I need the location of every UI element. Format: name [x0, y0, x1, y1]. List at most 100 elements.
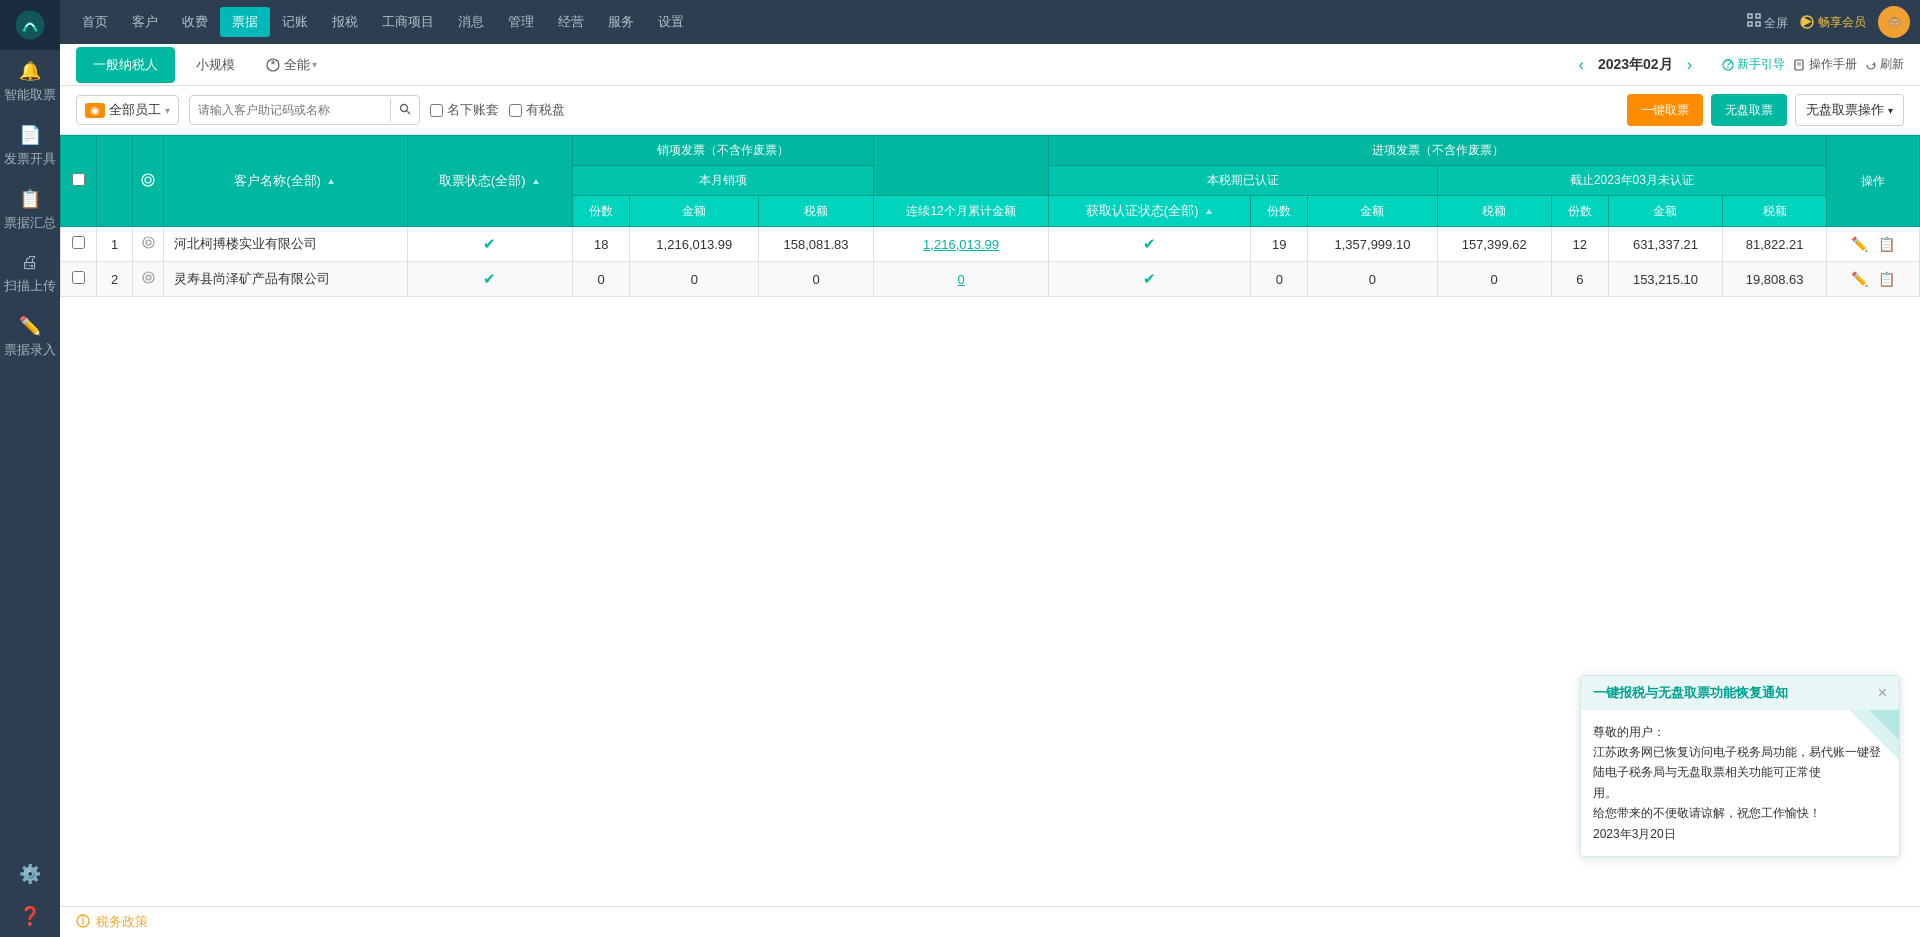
row-purch-uncert-tax: 81,822.21	[1723, 227, 1827, 262]
notification-icon: 🔔	[19, 60, 41, 82]
row-purch-uncert-amount: 153,215.10	[1608, 262, 1722, 297]
sidebar-item-settings[interactable]: ⚙️	[0, 853, 60, 895]
current-date: 2023年02月	[1598, 56, 1673, 74]
edit-icon[interactable]: ✏️	[1851, 271, 1868, 287]
row-checkbox[interactable]	[61, 227, 97, 262]
table-row: 2 灵寿县尚泽矿产品有限公司 ✔ 0 0 0 0 ✔ 0 0 0 6 153,2…	[61, 262, 1920, 297]
statusbar-label[interactable]: 税务政策	[96, 913, 148, 931]
sidebar-item-票据汇总[interactable]: 📋 票据汇总	[0, 178, 60, 242]
sidebar-item-发票开具[interactable]: 📄 发票开具	[0, 114, 60, 178]
nav-invoice[interactable]: 票据	[220, 7, 270, 37]
tab-general-taxpayer[interactable]: 一般纳税人	[76, 47, 175, 83]
tab-small-scale[interactable]: 小规模	[179, 47, 252, 83]
nodisk-ops-btn[interactable]: 无盘取票操作 ▾	[1795, 94, 1904, 126]
detail-icon[interactable]: 📋	[1878, 271, 1895, 287]
row-sales-cumulative[interactable]: 1,216,013.99	[873, 227, 1049, 262]
nav-home[interactable]: 首页	[70, 7, 120, 37]
th-purch-uncert-tax: 税额	[1723, 196, 1827, 227]
svg-point-24	[146, 275, 151, 280]
nav-business[interactable]: 工商项目	[370, 7, 446, 37]
svg-rect-1	[1748, 14, 1752, 18]
filter-actions: 一键取票 无盘取票 无盘取票操作 ▾	[1627, 94, 1904, 126]
nav-operation[interactable]: 经营	[546, 7, 596, 37]
tabbar-right-actions: ? 新手引导 操作手册 刷新	[1722, 56, 1904, 73]
prev-month-btn[interactable]: ‹	[1573, 54, 1590, 76]
svg-marker-21	[1206, 209, 1212, 214]
sidebar-item-help[interactable]: ❓	[0, 895, 60, 937]
svg-rect-2	[1756, 14, 1760, 18]
th-purch-cert-count: 份数	[1251, 196, 1308, 227]
manual-btn[interactable]: 操作手册	[1793, 56, 1856, 73]
row-purch-uncert-count: 6	[1551, 262, 1608, 297]
row-purch-cert-tax: 0	[1437, 262, 1551, 297]
edit-icon[interactable]: ✏️	[1851, 236, 1868, 252]
scan-icon: 🖨	[21, 252, 39, 273]
nav-settings[interactable]: 设置	[646, 7, 696, 37]
nav-fee[interactable]: 收费	[170, 7, 220, 37]
search-wrap	[189, 95, 420, 125]
next-month-btn[interactable]: ›	[1681, 54, 1698, 76]
date-nav: ‹ 2023年02月 ›	[1573, 54, 1698, 76]
member-btn[interactable]: ▶ 畅享会员	[1800, 14, 1866, 31]
chevron-down-icon: ▾	[312, 59, 317, 70]
topnav-right: 全屏 ▶ 畅享会员 🐵	[1747, 6, 1910, 38]
svg-text:▶: ▶	[1802, 15, 1812, 28]
mingxia-checkbox[interactable]	[430, 104, 443, 117]
th-purch-cert-amount: 金额	[1308, 196, 1437, 227]
taxdisk-checkbox[interactable]	[509, 104, 522, 117]
new-guide-btn[interactable]: ? 新手引导	[1722, 56, 1785, 73]
row-seq: 2	[97, 262, 133, 297]
row-purch-cert-amount: 0	[1308, 262, 1437, 297]
row-sales-tax: 158,081.83	[759, 227, 873, 262]
row-sales-count: 18	[573, 227, 630, 262]
sidebar-item-智能取票[interactable]: 🔔 智能取票	[0, 50, 60, 114]
taxdisk-checkbox-label[interactable]: 有税盘	[509, 101, 565, 119]
svg-point-25	[143, 272, 154, 283]
dropdown-icon: ▾	[165, 105, 170, 116]
summary-icon: 📋	[19, 188, 41, 210]
sidebar-item-扫描上传[interactable]: 🖨 扫描上传	[0, 242, 60, 305]
statusbar: i 税务政策	[60, 906, 1920, 937]
svg-text:i: i	[82, 914, 85, 928]
th-purch-cert-tax: 税额	[1437, 196, 1551, 227]
avatar[interactable]: 🐵	[1878, 6, 1910, 38]
row-customer-name: 灵寿县尚泽矿产品有限公司	[164, 262, 408, 297]
select-all-checkbox[interactable]	[72, 173, 85, 186]
svg-point-22	[146, 240, 151, 245]
nav-manage[interactable]: 管理	[496, 7, 546, 37]
nodisk-fetch-btn[interactable]: 无盘取票	[1711, 94, 1787, 126]
sidebar-item-票据录入[interactable]: ✏️ 票据录入	[0, 305, 60, 369]
search-input[interactable]	[190, 99, 390, 121]
tab-all[interactable]: * 全能 ▾	[256, 50, 327, 80]
table-row: 1 河北柯搏楼实业有限公司 ✔ 18 1,216,013.99 158,081.…	[61, 227, 1920, 262]
svg-point-23	[143, 237, 154, 248]
th-settings	[133, 136, 164, 227]
svg-text:*: *	[270, 58, 275, 72]
th-fetch-status: 取票状态(全部)	[407, 136, 573, 227]
notification-popup: 一键报税与无盘取票功能恢复通知 × 尊敬的用户：江苏政务网已恢复访问电子税务局功…	[1580, 675, 1900, 857]
invoice-icon: 📄	[19, 124, 41, 146]
onekey-fetch-btn[interactable]: 一键取票	[1627, 94, 1703, 126]
employee-filter[interactable]: ◉ 全部员工 ▾	[76, 95, 179, 125]
nav-tax[interactable]: 报税	[320, 7, 370, 37]
row-cert-status: ✔	[1049, 262, 1251, 297]
nav-message[interactable]: 消息	[446, 7, 496, 37]
fullscreen-btn[interactable]: 全屏	[1747, 13, 1788, 32]
notification-close-btn[interactable]: ×	[1878, 684, 1887, 702]
th-purch-uncert-count: 份数	[1551, 196, 1608, 227]
nav-bookkeeping[interactable]: 记账	[270, 7, 320, 37]
filterbar: ◉ 全部员工 ▾ 名下账套 有税盘 一键取票 无盘取票 无盘取票操作 ▾	[60, 86, 1920, 135]
svg-marker-19	[328, 179, 334, 184]
row-sales-cumulative[interactable]: 0	[873, 262, 1049, 297]
detail-icon[interactable]: 📋	[1878, 236, 1895, 252]
search-button[interactable]	[390, 99, 419, 122]
row-purch-cert-amount: 1,357,999.10	[1308, 227, 1437, 262]
refresh-btn[interactable]: 刷新	[1865, 56, 1904, 73]
settings-icon: ⚙️	[19, 863, 41, 885]
nav-client[interactable]: 客户	[120, 7, 170, 37]
row-fetch-status: ✔	[407, 262, 573, 297]
nav-service[interactable]: 服务	[596, 7, 646, 37]
mingxia-checkbox-label[interactable]: 名下账套	[430, 101, 499, 119]
row-checkbox[interactable]	[61, 262, 97, 297]
row-purch-cert-tax: 157,399.62	[1437, 227, 1551, 262]
